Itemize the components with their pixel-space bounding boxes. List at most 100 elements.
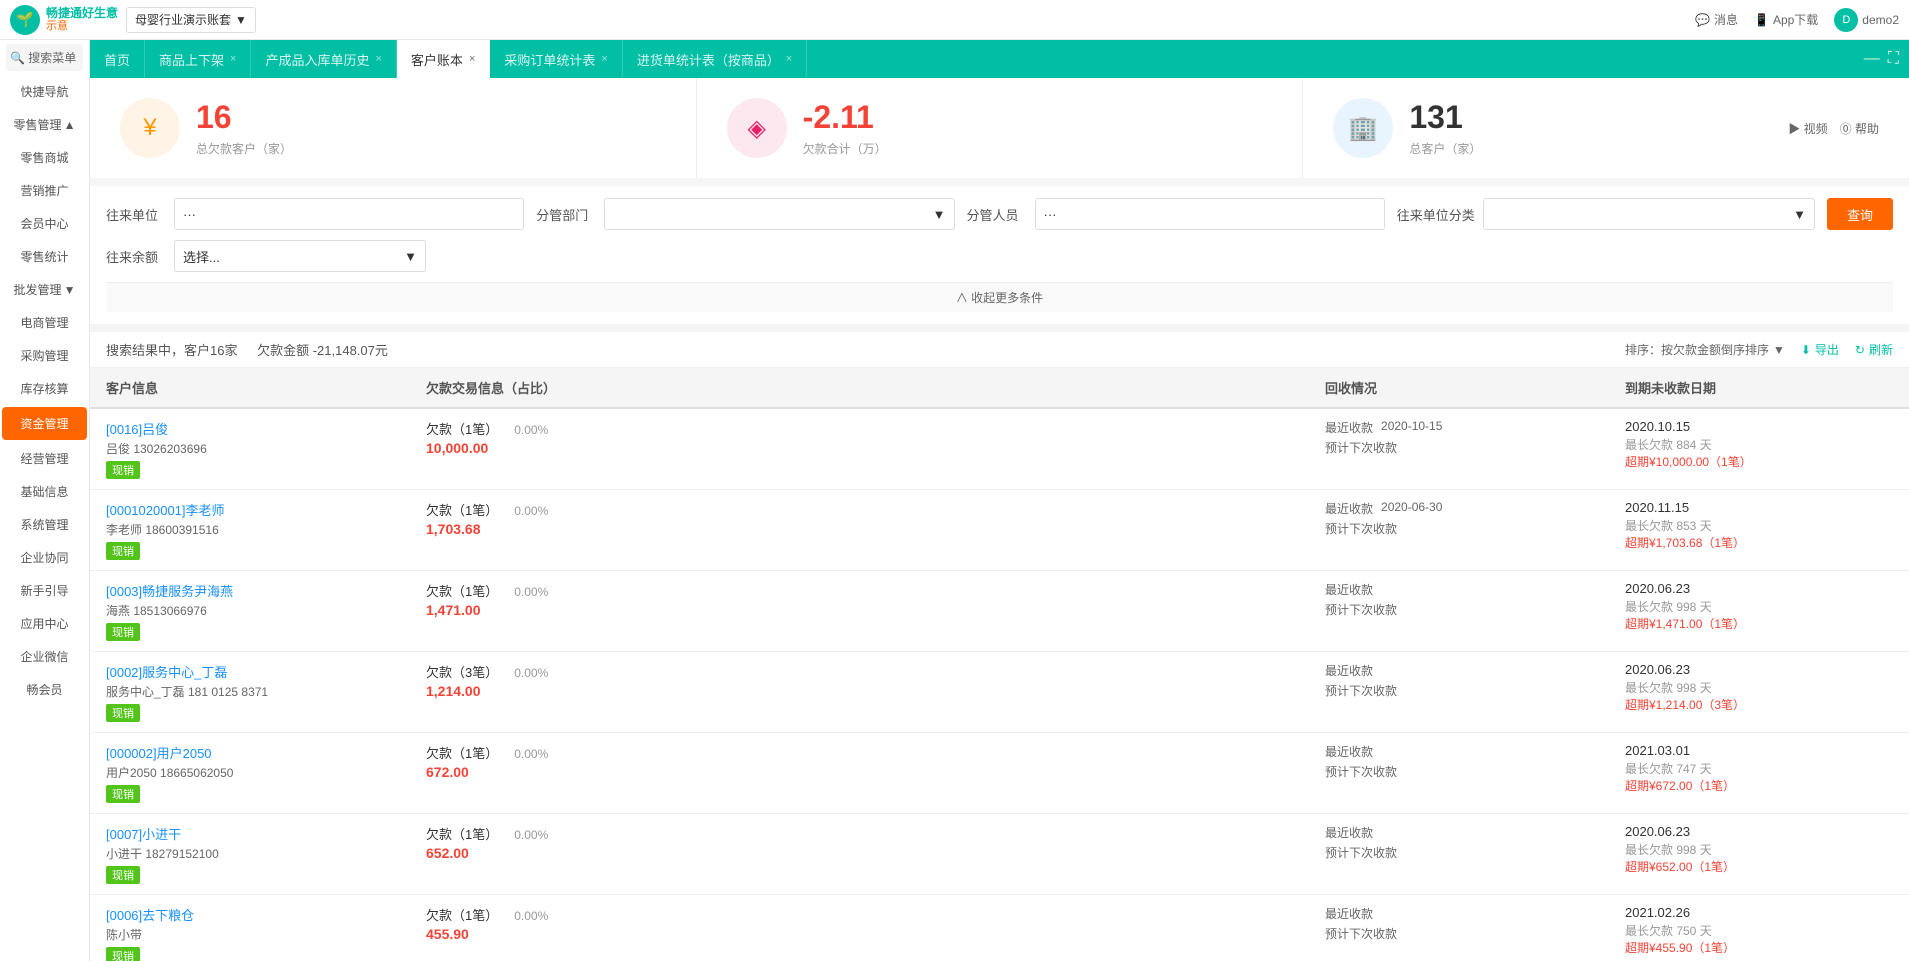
- sidebar-item-wechat[interactable]: 企业微信: [0, 640, 89, 673]
- sidebar-item-operations[interactable]: 经营管理: [0, 442, 89, 475]
- sidebar-item-basic-info[interactable]: 基础信息: [0, 475, 89, 508]
- tab-home-label: 首页: [104, 50, 130, 69]
- tab-home[interactable]: 首页: [90, 40, 145, 78]
- debt-amount-5[interactable]: 652.00: [426, 845, 1293, 861]
- recovery-next-5: 预计下次收款: [1325, 844, 1593, 861]
- customer-name-5[interactable]: [0007]小进干: [106, 824, 394, 843]
- tab-customer-account[interactable]: 客户账本 ×: [397, 40, 490, 78]
- customer-tag-6: 现销: [106, 947, 140, 961]
- tab-purchase-order-stats[interactable]: 采购订单统计表 ×: [490, 40, 622, 78]
- balance-select[interactable]: 选择... ▼: [174, 240, 426, 272]
- tab-purchase-order-stats-close[interactable]: ×: [601, 53, 607, 65]
- app-container: 🌱 畅捷通好生意 示意 母婴行业演示账套 ▼ 💬 消息 📱 App下载 D: [0, 0, 1909, 961]
- customer-name-6[interactable]: [0006]去下粮仓: [106, 905, 394, 924]
- filter-item-unit-category: 往来单位分类 ▼: [1397, 198, 1815, 230]
- top-bar-left: 🌱 畅捷通好生意 示意 母婴行业演示账套 ▼: [10, 5, 256, 35]
- debt-count-5: 欠款（1笔）: [426, 824, 498, 843]
- sidebar-item-member-plus[interactable]: 畅会员: [0, 673, 89, 706]
- tab-inventory-stats[interactable]: 进货单统计表（按商品） ×: [623, 40, 807, 78]
- tab-production-history-close[interactable]: ×: [375, 53, 381, 65]
- sidebar-item-retail-mgmt[interactable]: 零售管理 ▲: [0, 108, 89, 141]
- manager-input[interactable]: ···: [1035, 198, 1385, 230]
- sidebar-item-guide[interactable]: 新手引导: [0, 574, 89, 607]
- customer-tag-5: 现销: [106, 866, 140, 884]
- customer-name-2[interactable]: [0003]畅捷服务尹海燕: [106, 581, 394, 600]
- td-debt-1: 欠款（1笔） 0.00% 1,703.68: [410, 490, 1309, 570]
- sort-select[interactable]: 排序：按欠款金额倒序排序 ▼: [1625, 341, 1785, 358]
- td-customer-4: [000002]用户2050 用户2050 18665062050 现销: [90, 733, 410, 813]
- app-download-btn[interactable]: 📱 App下载: [1754, 11, 1818, 28]
- overdue-link-4[interactable]: 超期¥672.00（1笔）: [1625, 777, 1893, 794]
- dept-select[interactable]: ▼: [604, 198, 954, 230]
- help-btn[interactable]: ⓪ 帮助: [1840, 120, 1879, 137]
- overdue-link-5[interactable]: 超期¥652.00（1笔）: [1625, 858, 1893, 875]
- sidebar-item-apps[interactable]: 应用中心: [0, 607, 89, 640]
- overdue-link-1[interactable]: 超期¥1,703.68（1笔）: [1625, 534, 1893, 551]
- overdue-link-2[interactable]: 超期¥1,471.00（1笔）: [1625, 615, 1893, 632]
- table-row: [0001020001]李老师 李老师 18600391516 现销 欠款（1笔…: [90, 490, 1909, 571]
- collapse-btn[interactable]: ∧ 收起更多条件: [106, 282, 1893, 312]
- tab-inventory-stats-close[interactable]: ×: [786, 53, 792, 65]
- sidebar-item-retail-stats[interactable]: 零售统计: [0, 240, 89, 273]
- sidebar-item-quick-nav[interactable]: 快捷导航: [0, 75, 89, 108]
- sidebar-item-ecommerce[interactable]: 电商管理: [0, 306, 89, 339]
- tab-product-listing-close[interactable]: ×: [230, 53, 236, 65]
- video-btn[interactable]: ▶ 视频: [1788, 120, 1827, 137]
- search-menu[interactable]: 🔍 搜索菜单: [6, 44, 83, 71]
- source-unit-input[interactable]: ···: [174, 198, 524, 230]
- debt-amount-2[interactable]: 1,471.00: [426, 602, 1293, 618]
- sidebar-item-marketing[interactable]: 营销推广: [0, 174, 89, 207]
- table-row: [000002]用户2050 用户2050 18665062050 现销 欠款（…: [90, 733, 1909, 814]
- customer-phone-6: 陈小带: [106, 926, 394, 943]
- purchase-label: 采购管理: [20, 349, 68, 363]
- overdue-link-3[interactable]: 超期¥1,214.00（3笔）: [1625, 696, 1893, 713]
- export-btn[interactable]: ⬇ 导出: [1801, 341, 1839, 358]
- debt-amount-1[interactable]: 1,703.68: [426, 521, 1293, 537]
- search-menu-label: 搜索菜单: [28, 51, 76, 65]
- sidebar-item-enterprise[interactable]: 企业协同: [0, 541, 89, 574]
- tab-production-history[interactable]: 产成品入库单历史 ×: [251, 40, 396, 78]
- message-btn[interactable]: 💬 消息: [1695, 11, 1738, 28]
- sidebar-item-wholesale[interactable]: 批发管理 ▼: [0, 273, 89, 306]
- table-header: 客户信息 欠款交易信息（占比） 回收情况 到期未收款日期: [90, 368, 1909, 409]
- customer-name-0[interactable]: [0016]吕俊: [106, 419, 394, 438]
- video-icon: ▶: [1788, 122, 1800, 136]
- sidebar-item-inventory[interactable]: 库存核算: [0, 372, 89, 405]
- tab-customer-account-close[interactable]: ×: [469, 53, 475, 65]
- unit-category-select[interactable]: ▼: [1483, 198, 1815, 230]
- customer-name-1[interactable]: [0001020001]李老师: [106, 500, 394, 519]
- company-select[interactable]: 母婴行业演示账套 ▼: [126, 7, 256, 33]
- debt-percent-0: 0.00%: [514, 423, 548, 437]
- td-debt-0: 欠款（1笔） 0.00% 10,000.00: [410, 409, 1309, 489]
- tab-product-listing[interactable]: 商品上下架 ×: [145, 40, 251, 78]
- company-arrow-icon: ▼: [235, 13, 247, 27]
- stat-icon-money: ¥: [120, 98, 180, 158]
- customer-name-3[interactable]: [0002]服务中心_丁磊: [106, 662, 394, 681]
- sidebar-item-retail-mall[interactable]: 零售商城: [0, 141, 89, 174]
- overdue-link-6[interactable]: 超期¥455.90（1笔）: [1625, 939, 1893, 956]
- sidebar-item-member[interactable]: 会员中心: [0, 207, 89, 240]
- debt-amount-0[interactable]: 10,000.00: [426, 440, 1293, 456]
- refresh-btn[interactable]: ↻ 刷新: [1855, 341, 1893, 358]
- user-menu[interactable]: D demo2: [1834, 8, 1899, 32]
- search-button[interactable]: 查询: [1827, 198, 1893, 230]
- logo-text: 畅捷通好生意: [46, 6, 118, 20]
- stat-info-owed: 16 总欠款客户（家）: [196, 99, 292, 157]
- tab-expand-btn[interactable]: ⛶: [1888, 50, 1899, 68]
- debt-count-1: 欠款（1笔）: [426, 500, 498, 519]
- tab-minimize-btn[interactable]: —: [1864, 50, 1880, 68]
- export-label: 导出: [1815, 341, 1839, 358]
- sidebar-item-finance[interactable]: 资金管理: [2, 407, 87, 440]
- sidebar-item-purchase[interactable]: 采购管理: [0, 339, 89, 372]
- filter-item-source-unit: 往来单位 ···: [106, 198, 524, 230]
- user-name: demo2: [1862, 13, 1899, 27]
- debt-count-2: 欠款（1笔）: [426, 581, 498, 600]
- customer-name-4[interactable]: [000002]用户2050: [106, 743, 394, 762]
- sidebar-item-system[interactable]: 系统管理: [0, 508, 89, 541]
- td-recovery-5: 最近收款 预计下次收款: [1309, 814, 1609, 894]
- app-icon: 📱: [1754, 13, 1769, 27]
- debt-amount-3[interactable]: 1,214.00: [426, 683, 1293, 699]
- debt-amount-4[interactable]: 672.00: [426, 764, 1293, 780]
- overdue-link-0[interactable]: 超期¥10,000.00（1笔）: [1625, 453, 1893, 470]
- debt-amount-6[interactable]: 455.90: [426, 926, 1293, 942]
